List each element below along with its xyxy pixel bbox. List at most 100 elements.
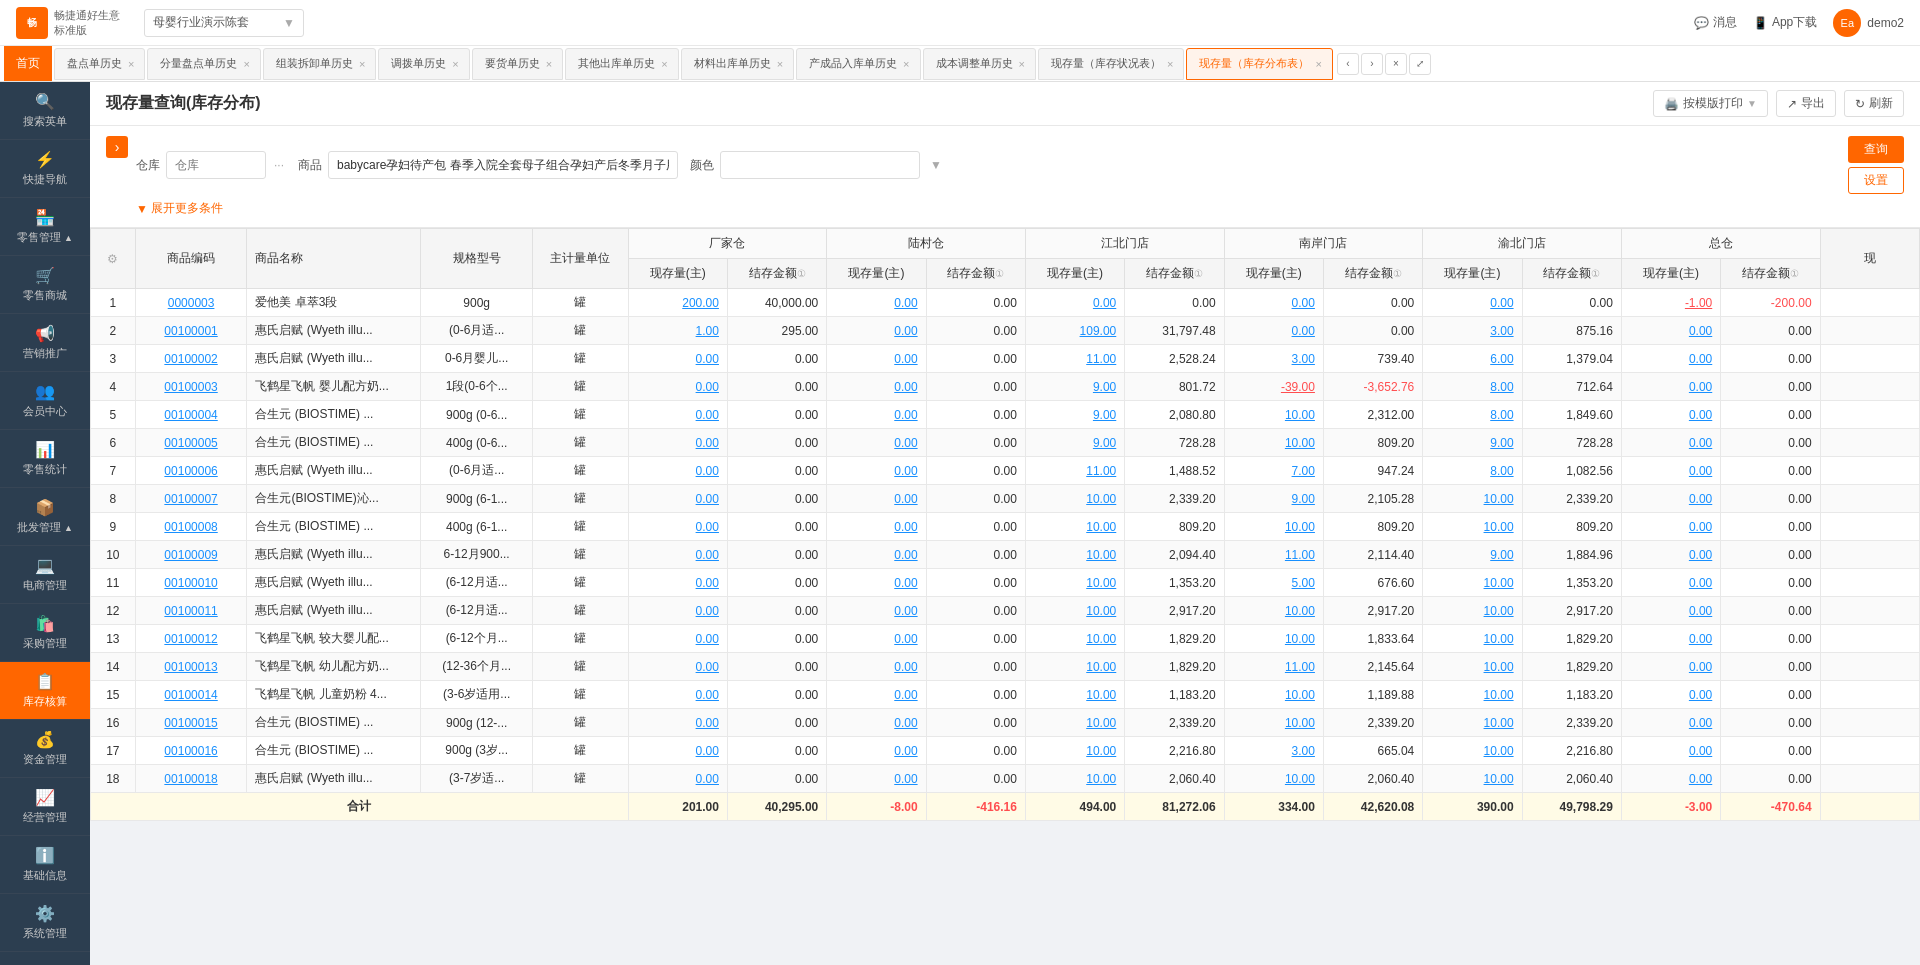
cell-fac-qty[interactable]: 0.00 — [628, 373, 727, 401]
cell-total-qty[interactable]: 0.00 — [1621, 513, 1720, 541]
sidebar-item-marketing[interactable]: 📢 营销推广 — [0, 314, 90, 372]
sidebar-item-system[interactable]: ⚙️ 系统管理 — [0, 894, 90, 952]
cell-yb-qty[interactable]: 10.00 — [1423, 653, 1522, 681]
cell-fac-qty[interactable]: 0.00 — [628, 765, 727, 793]
cell-total-qty[interactable]: 0.00 — [1621, 765, 1720, 793]
cell-fac-qty[interactable]: 0.00 — [628, 345, 727, 373]
cell-jb-qty[interactable]: 10.00 — [1025, 681, 1124, 709]
cell-yb-qty[interactable]: 9.00 — [1423, 429, 1522, 457]
cell-fac-qty[interactable]: 0.00 — [628, 513, 727, 541]
cell-fac-qty[interactable]: 0.00 — [628, 457, 727, 485]
cell-jb-qty[interactable]: 9.00 — [1025, 373, 1124, 401]
tab-item[interactable]: 分量盘点单历史 × — [147, 48, 260, 80]
cell-jb-qty[interactable]: 10.00 — [1025, 765, 1124, 793]
cell-code[interactable]: 00100004 — [135, 401, 247, 429]
th-settings[interactable]: ⚙ — [91, 229, 136, 289]
cell-lu-qty[interactable]: 0.00 — [827, 681, 926, 709]
user-area[interactable]: Ea demo2 — [1833, 9, 1904, 37]
cell-yb-qty[interactable]: 10.00 — [1423, 513, 1522, 541]
cell-lu-qty[interactable]: 0.00 — [827, 401, 926, 429]
cell-jb-qty[interactable]: 11.00 — [1025, 457, 1124, 485]
cell-jb-qty[interactable]: 10.00 — [1025, 513, 1124, 541]
message-btn[interactable]: 💬 消息 — [1694, 14, 1737, 31]
cell-total-qty[interactable]: 0.00 — [1621, 429, 1720, 457]
tab-home[interactable]: 首页 — [4, 46, 52, 82]
warehouse-input[interactable] — [166, 151, 266, 179]
cell-na-qty[interactable]: 11.00 — [1224, 541, 1323, 569]
sidebar-item-basic-info[interactable]: ℹ️ 基础信息 — [0, 836, 90, 894]
sidebar-item-collab[interactable]: 🤝 企业协同 — [0, 952, 90, 965]
cell-total-qty[interactable]: 0.00 — [1621, 485, 1720, 513]
cell-total-qty[interactable]: 0.00 — [1621, 401, 1720, 429]
refresh-btn[interactable]: ↻ 刷新 — [1844, 90, 1904, 117]
sidebar-item-wholesale[interactable]: 📦 批发管理 ▲ — [0, 488, 90, 546]
tab-close-btn[interactable]: × — [1313, 58, 1323, 70]
cell-na-qty[interactable]: 3.00 — [1224, 345, 1323, 373]
tab-item[interactable]: 现存量（库存状况表） × — [1038, 48, 1184, 80]
tab-close-btn[interactable]: × — [1017, 58, 1027, 70]
cell-lu-qty[interactable]: 0.00 — [827, 541, 926, 569]
tab-item[interactable]: 成本调整单历史 × — [923, 48, 1036, 80]
cell-na-qty[interactable]: 5.00 — [1224, 569, 1323, 597]
cell-na-qty[interactable]: 10.00 — [1224, 429, 1323, 457]
cell-yb-qty[interactable]: 8.00 — [1423, 373, 1522, 401]
cell-code[interactable]: 00100005 — [135, 429, 247, 457]
cell-fac-qty[interactable]: 0.00 — [628, 625, 727, 653]
warehouse-ellipsis[interactable]: ··· — [272, 158, 286, 172]
tab-item[interactable]: 调拨单历史 × — [378, 48, 469, 80]
cell-fac-qty[interactable]: 0.00 — [628, 485, 727, 513]
cell-fac-qty[interactable]: 0.00 — [628, 401, 727, 429]
cell-yb-qty[interactable]: 10.00 — [1423, 681, 1522, 709]
cell-code[interactable]: 00100018 — [135, 765, 247, 793]
expand-condition-btn[interactable]: ▼ 展开更多条件 — [136, 200, 1904, 217]
cell-yb-qty[interactable]: 10.00 — [1423, 709, 1522, 737]
cell-na-qty[interactable]: 10.00 — [1224, 597, 1323, 625]
sidebar-item-nav[interactable]: ⚡ 快捷导航 — [0, 140, 90, 198]
tab-expand-btn[interactable]: ⤢ — [1409, 53, 1431, 75]
color-input[interactable] — [720, 151, 920, 179]
cell-fac-qty[interactable]: 0.00 — [628, 681, 727, 709]
tab-close-btn[interactable]: × — [1165, 58, 1175, 70]
cell-jb-qty[interactable]: 10.00 — [1025, 541, 1124, 569]
tab-item[interactable]: 其他出库单历史 × — [565, 48, 678, 80]
cell-code[interactable]: 0000003 — [135, 289, 247, 317]
cell-na-qty[interactable]: 7.00 — [1224, 457, 1323, 485]
sidebar-item-management[interactable]: 📈 经营管理 — [0, 778, 90, 836]
cell-jb-qty[interactable]: 0.00 — [1025, 289, 1124, 317]
cell-code[interactable]: 00100008 — [135, 513, 247, 541]
cell-fac-qty[interactable]: 0.00 — [628, 597, 727, 625]
cell-yb-qty[interactable]: 3.00 — [1423, 317, 1522, 345]
cell-yb-qty[interactable]: 8.00 — [1423, 401, 1522, 429]
cell-na-qty[interactable]: 10.00 — [1224, 625, 1323, 653]
cell-jb-qty[interactable]: 9.00 — [1025, 429, 1124, 457]
cell-lu-qty[interactable]: 0.00 — [827, 345, 926, 373]
cell-yb-qty[interactable]: 10.00 — [1423, 765, 1522, 793]
cell-na-qty[interactable]: 10.00 — [1224, 765, 1323, 793]
cell-code[interactable]: 00100009 — [135, 541, 247, 569]
cell-total-qty[interactable]: 0.00 — [1621, 317, 1720, 345]
cell-na-qty[interactable]: 11.00 — [1224, 653, 1323, 681]
cell-yb-qty[interactable]: 10.00 — [1423, 569, 1522, 597]
cell-total-qty[interactable]: 0.00 — [1621, 681, 1720, 709]
cell-jb-qty[interactable]: 10.00 — [1025, 653, 1124, 681]
sidebar-item-ecommerce[interactable]: 💻 电商管理 — [0, 546, 90, 604]
cell-lu-qty[interactable]: 0.00 — [827, 513, 926, 541]
cell-na-qty[interactable]: 10.00 — [1224, 681, 1323, 709]
cell-yb-qty[interactable]: 10.00 — [1423, 597, 1522, 625]
cell-na-qty[interactable]: 10.00 — [1224, 513, 1323, 541]
cell-total-qty[interactable]: 0.00 — [1621, 653, 1720, 681]
sidebar-item-purchase[interactable]: 🛍️ 采购管理 — [0, 604, 90, 662]
cell-jb-qty[interactable]: 10.00 — [1025, 597, 1124, 625]
cell-yb-qty[interactable]: 9.00 — [1423, 541, 1522, 569]
sidebar-item-finance[interactable]: 💰 资金管理 — [0, 720, 90, 778]
cell-total-qty[interactable]: 0.00 — [1621, 625, 1720, 653]
tab-item[interactable]: 盘点单历史 × — [54, 48, 145, 80]
cell-code[interactable]: 00100003 — [135, 373, 247, 401]
cell-yb-qty[interactable]: 8.00 — [1423, 457, 1522, 485]
tab-item[interactable]: 产成品入库单历史 × — [796, 48, 920, 80]
cell-code[interactable]: 00100011 — [135, 597, 247, 625]
cell-code[interactable]: 00100002 — [135, 345, 247, 373]
cell-na-qty[interactable]: 3.00 — [1224, 737, 1323, 765]
cell-jb-qty[interactable]: 10.00 — [1025, 625, 1124, 653]
cell-code[interactable]: 00100012 — [135, 625, 247, 653]
